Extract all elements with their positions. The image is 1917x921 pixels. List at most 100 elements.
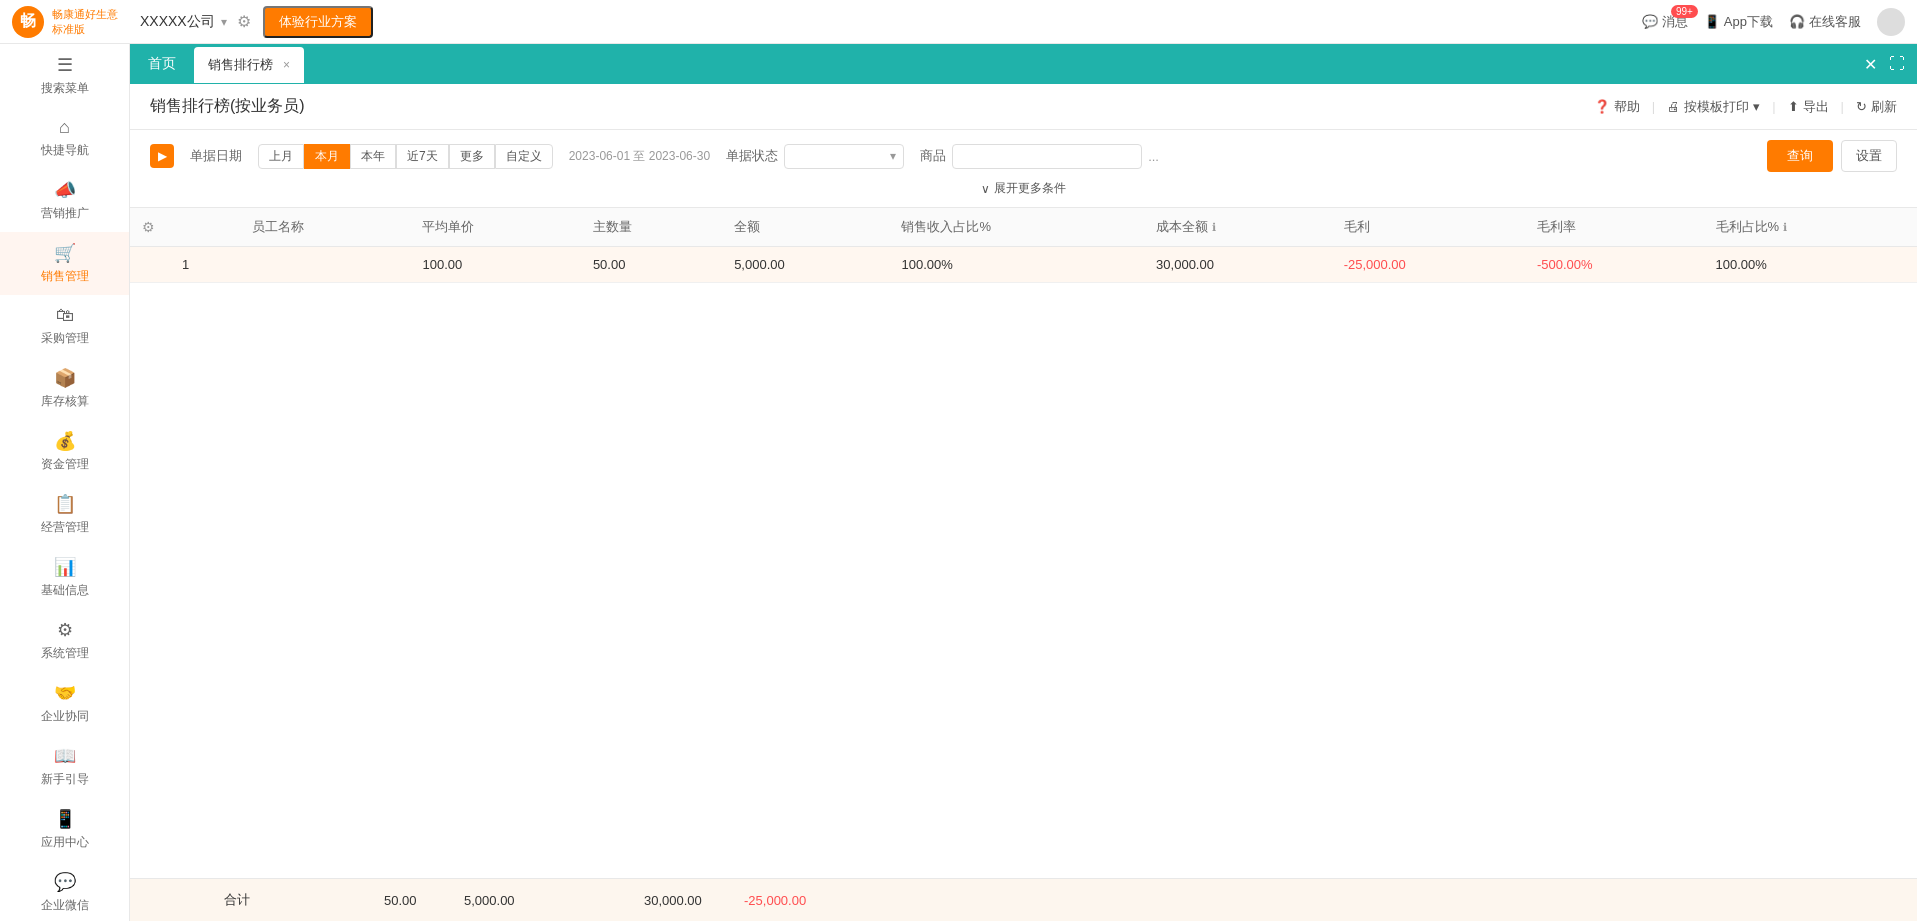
col-avg-price: 平均单价 xyxy=(410,208,580,247)
status-select[interactable] xyxy=(784,144,904,169)
tab-sales-ranking[interactable]: 销售排行榜 × xyxy=(194,47,304,83)
settings-button[interactable]: 设置 xyxy=(1841,140,1897,172)
date-range-display: 2023-06-01 至 2023-06-30 xyxy=(569,148,710,165)
app-download-button[interactable]: 📱 App下载 xyxy=(1704,13,1773,31)
goods-filter: 商品 ... xyxy=(920,144,1159,169)
page-title: 销售排行榜(按业务员) xyxy=(150,96,305,117)
query-button[interactable]: 查询 xyxy=(1767,140,1833,172)
col-gross-rate: 毛利率 xyxy=(1525,208,1704,247)
content-area: 首页 销售排行榜 × ✕ ⛶ 销售排行榜(按业务员) ❓ xyxy=(130,44,1917,921)
tab-close-icon[interactable]: × xyxy=(283,58,290,72)
sidebar-item-label: 库存核算 xyxy=(41,393,89,410)
company-settings-icon[interactable]: ⚙ xyxy=(237,12,251,31)
goods-label: 商品 xyxy=(920,147,946,165)
service-icon: 🎧 xyxy=(1789,14,1805,29)
sidebar-item-quicknav[interactable]: ⌂ 快捷导航 xyxy=(0,107,129,169)
sidebar-item-label: 搜索菜单 xyxy=(41,80,89,97)
footer-cost: 30,000.00 xyxy=(632,889,732,912)
date-btn-thismonth[interactable]: 本月 xyxy=(304,144,350,169)
sidebar-item-system[interactable]: ⚙ 系统管理 xyxy=(0,609,129,672)
logo: 畅 畅康通好生意 标准版 xyxy=(12,6,132,38)
export-button[interactable]: ⬆ 导出 xyxy=(1788,98,1829,116)
print-button[interactable]: 🖨 按模板打印 ▾ xyxy=(1667,98,1760,116)
sidebar-item-purchase[interactable]: 🛍 采购管理 xyxy=(0,295,129,357)
sidebar-item-label: 基础信息 xyxy=(41,582,89,599)
tab-home[interactable]: 首页 xyxy=(130,44,194,84)
goods-input[interactable] xyxy=(952,144,1142,169)
enterprise-icon: 🤝 xyxy=(54,682,76,704)
col-settings: ⚙ xyxy=(130,208,170,247)
online-service-button[interactable]: 🎧 在线客服 xyxy=(1789,13,1861,31)
date-btn-more[interactable]: 更多 xyxy=(449,144,495,169)
page-header: 销售排行榜(按业务员) ❓ 帮助 | 🖨 按模板打印 ▾ | xyxy=(130,84,1917,130)
refresh-button[interactable]: ↻ 刷新 xyxy=(1856,98,1897,116)
filter-arrow-icon[interactable]: ▶ xyxy=(150,144,174,168)
col-sales-pct: 销售收入占比% xyxy=(889,208,1144,247)
sidebar-item-appstore[interactable]: 📱 应用中心 xyxy=(0,798,129,861)
app-icon: 📱 xyxy=(1704,14,1720,29)
footer-gross: -25,000.00 xyxy=(732,889,832,912)
trial-button[interactable]: 体验行业方案 xyxy=(263,6,373,38)
sidebar-item-finance[interactable]: 💰 资金管理 xyxy=(0,420,129,483)
cell-gross-rate: -500.00% xyxy=(1525,247,1704,283)
table-row: 1 100.00 50.00 5,000.00 100.00% 30,000.0… xyxy=(130,247,1917,283)
sidebar-item-label: 企业微信 xyxy=(41,897,89,914)
cell-name xyxy=(240,247,410,283)
basic-info-icon: 📊 xyxy=(54,556,76,578)
logo-icon: 畅 xyxy=(12,6,44,38)
sidebar-item-marketing[interactable]: 📣 营销推广 xyxy=(0,169,129,232)
cell-gross: -25,000.00 xyxy=(1332,247,1525,283)
home-icon: ⌂ xyxy=(59,117,70,138)
tab-bar-right: ✕ ⛶ xyxy=(1864,55,1917,74)
divider3: | xyxy=(1841,99,1844,114)
date-btn-7days[interactable]: 近7天 xyxy=(396,144,449,169)
expand-button[interactable]: ∨ 展开更多条件 xyxy=(981,180,1066,197)
sidebar-item-enterprise[interactable]: 🤝 企业协同 xyxy=(0,672,129,735)
table-body: 1 100.00 50.00 5,000.00 100.00% 30,000.0… xyxy=(130,247,1917,283)
cell-amount: 5,000.00 xyxy=(722,247,889,283)
inventory-icon: 📦 xyxy=(54,367,76,389)
tab-bar: 首页 销售排行榜 × ✕ ⛶ xyxy=(130,44,1917,84)
sidebar-item-search[interactable]: ☰ 搜索菜单 xyxy=(0,44,129,107)
table-header-row: ⚙ 员工名称 平均单价 主数量 全额 销售收入占比% 成本全额 ℹ 毛利 xyxy=(130,208,1917,247)
table-container: ⚙ 员工名称 平均单价 主数量 全额 销售收入占比% 成本全额 ℹ 毛利 xyxy=(130,208,1917,878)
date-btn-custom[interactable]: 自定义 xyxy=(495,144,553,169)
finance-icon: 💰 xyxy=(54,430,76,452)
sidebar-item-label: 采购管理 xyxy=(41,330,89,347)
col-name: 员工名称 xyxy=(240,208,410,247)
sidebar-item-basic[interactable]: 📊 基础信息 xyxy=(0,546,129,609)
date-label: 单据日期 xyxy=(190,147,242,165)
sidebar-item-guide[interactable]: 📖 新手引导 xyxy=(0,735,129,798)
sidebar-item-label: 系统管理 xyxy=(41,645,89,662)
table-footer: 合计 50.00 5,000.00 30,000.00 -25,000.00 xyxy=(130,878,1917,921)
sidebar-item-sales[interactable]: 🛒 销售管理 xyxy=(0,232,129,295)
sidebar-item-label: 快捷导航 xyxy=(41,142,89,159)
message-button[interactable]: 💬 消息 99+ xyxy=(1642,13,1688,31)
footer-label xyxy=(142,896,182,904)
gross-pct-info-icon[interactable]: ℹ xyxy=(1783,221,1787,233)
date-btn-thisyear[interactable]: 本年 xyxy=(350,144,396,169)
top-bar-right: 💬 消息 99+ 📱 App下载 🎧 在线客服 xyxy=(1642,8,1905,36)
cost-info-icon[interactable]: ℹ xyxy=(1212,221,1216,233)
sidebar-item-label: 新手引导 xyxy=(41,771,89,788)
logo-text: 畅康通好生意 标准版 xyxy=(52,7,118,36)
tab-minimize-icon[interactable]: ✕ xyxy=(1864,55,1877,74)
tab-maximize-icon[interactable]: ⛶ xyxy=(1889,55,1905,73)
sidebar-item-operations[interactable]: 📋 经营管理 xyxy=(0,483,129,546)
refresh-icon: ↻ xyxy=(1856,99,1867,114)
company-dropdown-icon[interactable]: ▾ xyxy=(221,15,227,29)
goods-more-icon[interactable]: ... xyxy=(1148,149,1159,164)
print-dropdown-icon[interactable]: ▾ xyxy=(1753,99,1760,114)
avatar[interactable] xyxy=(1877,8,1905,36)
company-name: XXXXX公司 xyxy=(140,13,215,31)
table-settings-icon[interactable]: ⚙ xyxy=(142,219,155,235)
sidebar-item-wechat[interactable]: 💬 企业微信 xyxy=(0,861,129,921)
footer-total-label: 合计 xyxy=(212,887,292,913)
table-wrapper: ⚙ 员工名称 平均单价 主数量 全额 销售收入占比% 成本全额 ℹ 毛利 xyxy=(130,208,1917,921)
appstore-icon: 📱 xyxy=(54,808,76,830)
cell-avg-price: 100.00 xyxy=(410,247,580,283)
date-btn-lastmonth[interactable]: 上月 xyxy=(258,144,304,169)
company-selector[interactable]: XXXXX公司 ▾ ⚙ xyxy=(140,12,251,31)
sidebar-item-inventory[interactable]: 📦 库存核算 xyxy=(0,357,129,420)
help-button[interactable]: ❓ 帮助 xyxy=(1594,98,1640,116)
